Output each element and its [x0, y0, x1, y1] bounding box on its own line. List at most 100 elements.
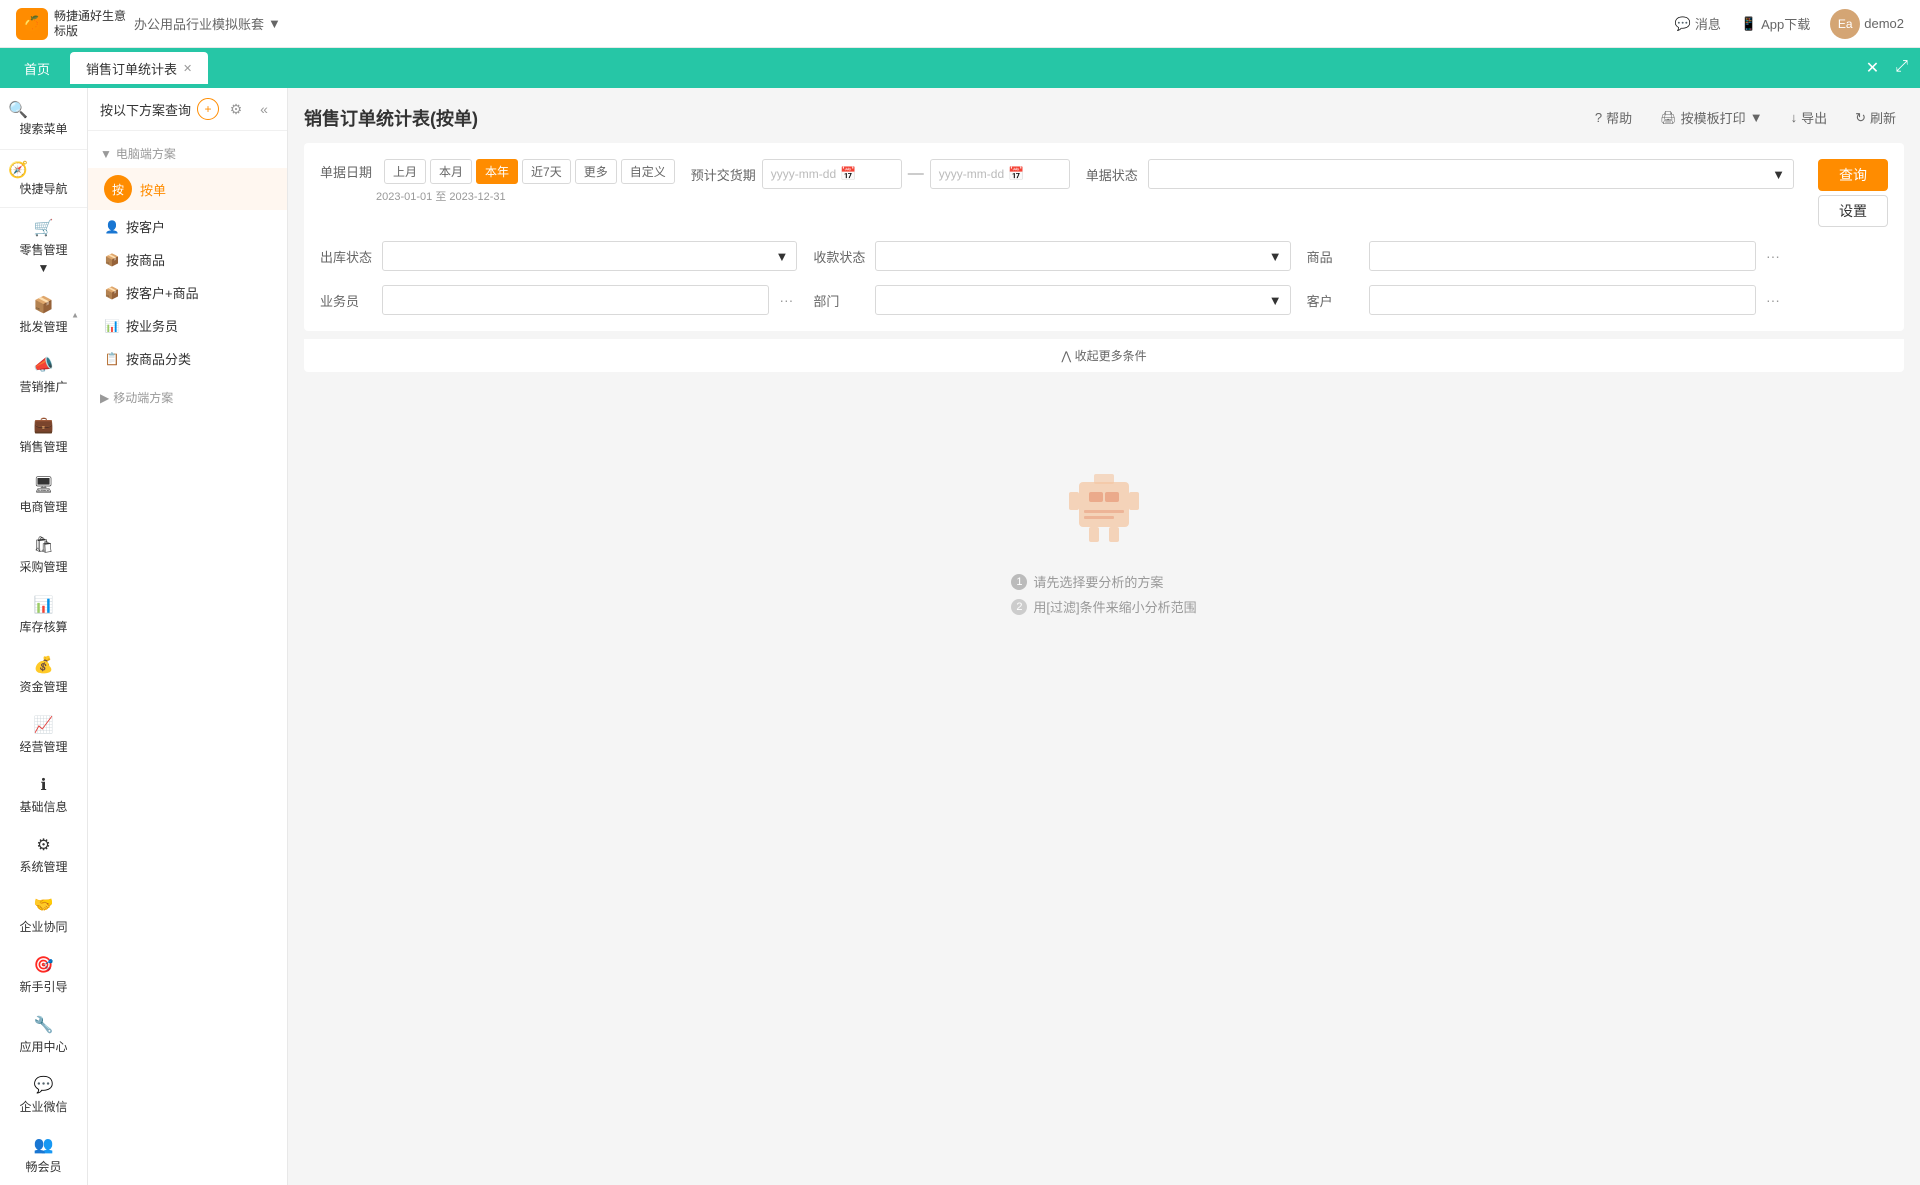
- goods-icon: 📦: [104, 252, 120, 268]
- refresh-btn[interactable]: ↻ 刷新: [1847, 104, 1904, 131]
- help-btn[interactable]: ? 帮助: [1587, 104, 1640, 131]
- page-title: 销售订单统计表(按单): [304, 105, 478, 131]
- sidebar-item-system[interactable]: ⚙ 系统管理: [0, 825, 87, 885]
- logo-icon: 🍊: [16, 8, 48, 40]
- tab-home[interactable]: 首页: [8, 52, 66, 84]
- refresh-icon: ↻: [1855, 110, 1866, 126]
- sidebar-item-enterprise[interactable]: 🤝 企业协同: [0, 885, 87, 945]
- settings-icon: ⚙: [230, 101, 243, 118]
- app-download-btn[interactable]: 📱 App下载: [1741, 14, 1810, 33]
- system-icon: ⚙: [34, 835, 54, 855]
- expected-date-label: 预计交货期: [691, 165, 756, 184]
- collapse-bar[interactable]: ⋀ 收起更多条件: [304, 339, 1904, 372]
- date-btn-custom[interactable]: 自定义: [621, 159, 675, 184]
- wechat-icon: 💬: [34, 1075, 54, 1095]
- goods-dots[interactable]: ···: [1762, 248, 1784, 264]
- sidebar-item-purchase[interactable]: 🛍 采购管理: [0, 525, 87, 585]
- query-buttons: 查询 设置: [1818, 159, 1888, 227]
- customer-dots[interactable]: ···: [1762, 292, 1784, 308]
- tab-bar: 首页 销售订单统计表 ✕ ✕ ⤢: [0, 48, 1920, 88]
- export-btn[interactable]: ↓ 导出: [1783, 104, 1836, 131]
- collapse-panel-btn[interactable]: «: [253, 98, 275, 120]
- date-btn-7days[interactable]: 近7天: [522, 159, 571, 184]
- tab-close-icon[interactable]: ✕: [183, 62, 192, 75]
- sidebar-item-wechat[interactable]: 💬 企业微信: [0, 1065, 87, 1125]
- export-icon: ↓: [1791, 110, 1798, 125]
- tab-close-window-icon[interactable]: ✕: [1862, 54, 1883, 82]
- tree-item-by-goods-label: 按商品: [126, 250, 165, 269]
- tree-item-by-goods[interactable]: 📦 按商品: [88, 243, 287, 276]
- tree-item-by-category[interactable]: 📋 按商品分类: [88, 342, 287, 375]
- tree-item-by-customer[interactable]: 👤 按客户: [88, 210, 287, 243]
- help-icon: ?: [1595, 110, 1602, 125]
- sidebar-item-operation[interactable]: 📈 经营管理: [0, 705, 87, 765]
- wholesale-icon: 📦: [34, 295, 54, 315]
- sidebar-item-marketing[interactable]: 📣 营销推广: [0, 345, 87, 405]
- expected-date-from[interactable]: yyyy-mm-dd 📅: [762, 159, 902, 189]
- dept-select[interactable]: ▼: [875, 285, 1290, 315]
- salesman-dots[interactable]: ···: [775, 292, 797, 308]
- status-label: 单据状态: [1086, 165, 1142, 184]
- ship-status-select[interactable]: ▼: [382, 241, 797, 271]
- goods-input[interactable]: [1369, 241, 1756, 271]
- finance-icon: 💰: [34, 655, 54, 675]
- sidebar-item-newguide[interactable]: 🎯 新手引导: [0, 945, 87, 1005]
- settings-scheme-btn[interactable]: ⚙: [225, 98, 247, 120]
- empty-tip-1: 1 请先选择要分析的方案: [1011, 572, 1196, 591]
- sidebar-item-wholesale[interactable]: 📦 批发管理: [0, 285, 87, 345]
- sidebar-item-sales[interactable]: 💼 销售管理: [0, 405, 87, 465]
- tree-group-mobile: ▶ 移动端方案: [88, 383, 287, 412]
- empty-illustration: [1054, 452, 1154, 552]
- logo-text: 畅捷通好生意 标版: [54, 9, 126, 38]
- tab-sales-order[interactable]: 销售订单统计表 ✕: [70, 52, 208, 84]
- message-btn[interactable]: 💬 消息: [1675, 14, 1721, 33]
- status-select[interactable]: ▼: [1148, 159, 1794, 189]
- date-buttons-group: 上月 本月 本年 近7天 更多 自定义: [384, 159, 675, 184]
- dropdown-icon[interactable]: ▼: [268, 16, 281, 31]
- sidebar-item-retail[interactable]: 🛒 零售管理: [0, 208, 87, 285]
- salesman-input[interactable]: [382, 285, 769, 315]
- add-scheme-btn[interactable]: +: [197, 98, 219, 120]
- main-panel: 销售订单统计表(按单) ? 帮助 🖨 按模板打印 ▼ ↓ 导出: [288, 88, 1920, 1185]
- calendar-from-icon: 📅: [840, 166, 856, 182]
- tree-section: ▼ 电脑端方案 按 按单 👤 按客户 📦: [88, 131, 287, 420]
- date-btn-this-month[interactable]: 本月: [430, 159, 472, 184]
- left-panel-header: 按以下方案查询 + ⚙ «: [88, 88, 287, 131]
- print-dropdown-icon: ▼: [1750, 110, 1763, 125]
- sidebar-item-inventory[interactable]: 📊 库存核算: [0, 585, 87, 645]
- query-btn[interactable]: 查询: [1818, 159, 1888, 191]
- sidebar-item-quick-nav[interactable]: 🧭 快捷导航: [0, 150, 87, 208]
- avatar: Ea: [1830, 9, 1860, 39]
- date-btn-more[interactable]: 更多: [575, 159, 617, 184]
- tree-item-by-salesman[interactable]: 📊 按业务员: [88, 309, 287, 342]
- tree-group-pc-label: 电脑端方案: [116, 145, 176, 162]
- date-btn-last-month[interactable]: 上月: [384, 159, 426, 184]
- filter-panel: 单据日期 上月 本月 本年 近7天 更多 自定义 2023-01-01 至 20…: [304, 143, 1904, 331]
- tree-item-by-customer-label: 按客户: [126, 217, 165, 236]
- receipt-status-select[interactable]: ▼: [875, 241, 1290, 271]
- tab-expand-icon[interactable]: ⤢: [1891, 54, 1912, 82]
- sidebar-item-appcenter[interactable]: 🔧 应用中心: [0, 1005, 87, 1065]
- sidebar-item-member[interactable]: 👥 畅会员: [0, 1125, 87, 1185]
- expected-date-to[interactable]: yyyy-mm-dd 📅: [930, 159, 1070, 189]
- print-btn[interactable]: 🖨 按模板打印 ▼: [1652, 104, 1770, 131]
- download-icon: 📱: [1741, 16, 1757, 32]
- salesman-label: 业务员: [320, 291, 376, 310]
- tree-item-by-order[interactable]: 按 按单: [88, 168, 287, 210]
- sidebar-item-finance[interactable]: 💰 资金管理: [0, 645, 87, 705]
- customer-input[interactable]: [1369, 285, 1756, 315]
- sidebar-item-basic[interactable]: ℹ 基础信息: [0, 765, 87, 825]
- user-area[interactable]: Ea demo2: [1830, 9, 1904, 39]
- marketing-icon: 📣: [34, 355, 54, 375]
- date-btn-this-year[interactable]: 本年: [476, 159, 518, 184]
- settings-btn[interactable]: 设置: [1818, 195, 1888, 227]
- receipt-status-label: 收款状态: [813, 247, 869, 266]
- tree-item-by-salesman-label: 按业务员: [126, 316, 178, 335]
- dept-label: 部门: [813, 291, 869, 310]
- tree-item-by-customer-goods-label: 按客户+商品: [126, 283, 199, 302]
- main-layout: 🔍 搜索菜单 🧭 快捷导航 🛒 零售管理 📦 批发管理 📣 营销推广 💼 销售管…: [0, 88, 1920, 1185]
- app-title-area[interactable]: 办公用品行业模拟账套 ▼: [134, 14, 281, 33]
- sidebar-item-ecommerce[interactable]: 🖥 电商管理: [0, 465, 87, 525]
- tree-item-by-customer-goods[interactable]: 📦 按客户+商品: [88, 276, 287, 309]
- sidebar-item-search[interactable]: 🔍 搜索菜单: [0, 88, 87, 150]
